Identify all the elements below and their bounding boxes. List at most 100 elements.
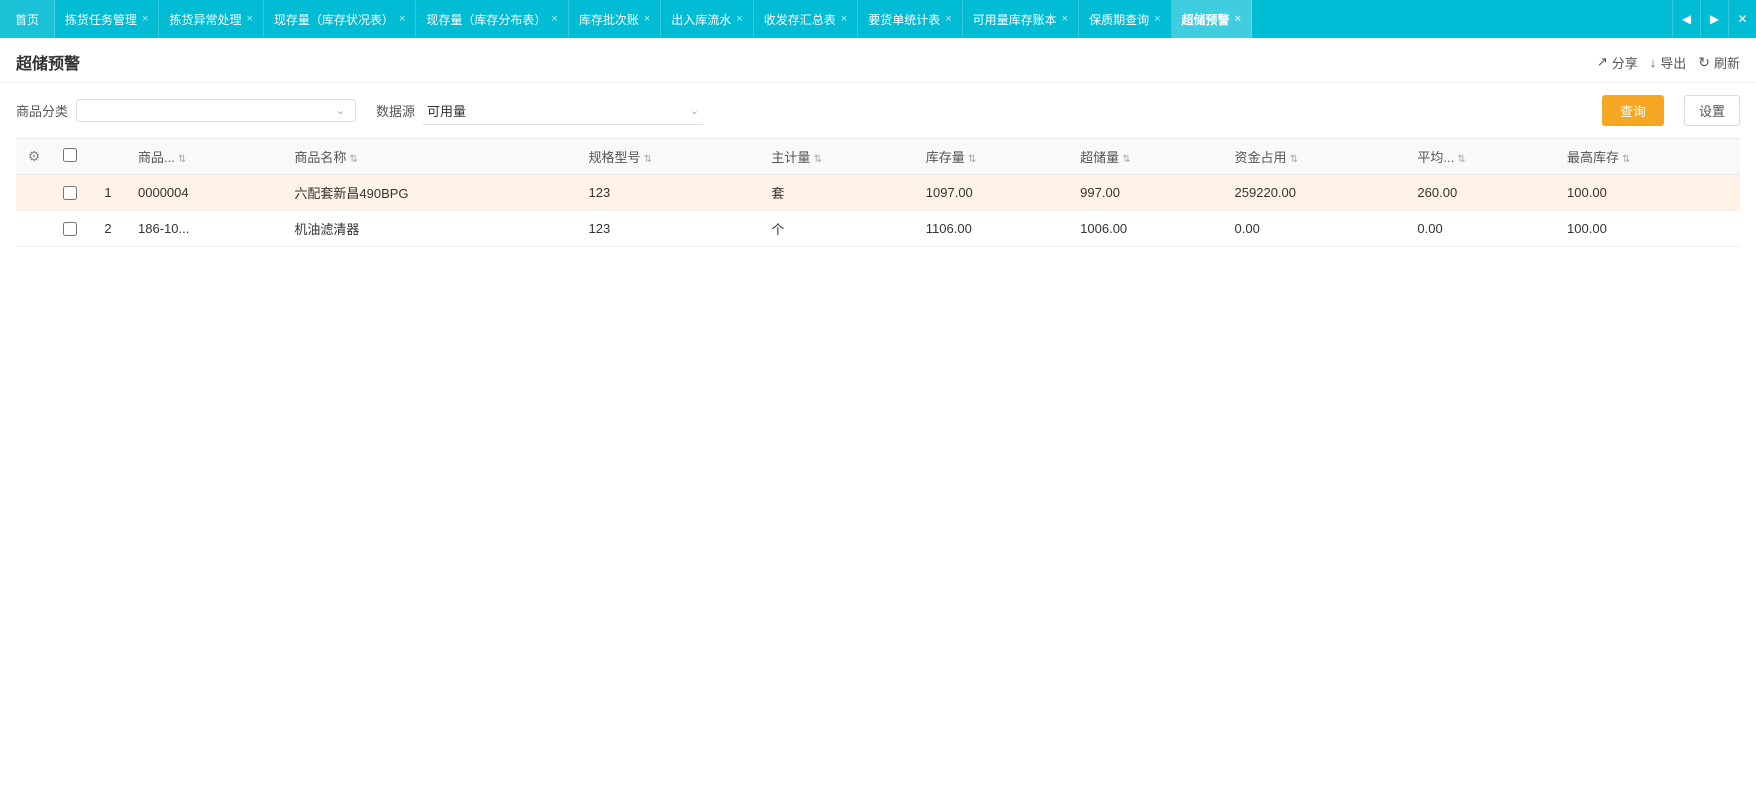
col-capital-header[interactable]: 资金占用⇅ — [1225, 139, 1408, 175]
table-container: ⚙ 商品...⇅ 商品名称⇅ 规格型号⇅ 主计量⇅ 库存量⇅ 超储量⇅ 资金占用… — [0, 138, 1756, 247]
col-checkbox-header — [52, 139, 88, 175]
data-table: ⚙ 商品...⇅ 商品名称⇅ 规格型号⇅ 主计量⇅ 库存量⇅ 超储量⇅ 资金占用… — [16, 138, 1740, 247]
settings-button[interactable]: 设置 — [1684, 95, 1740, 126]
row-max-stock: 100.00 — [1557, 211, 1740, 247]
row-max-stock: 100.00 — [1557, 175, 1740, 211]
sort-icon-name: ⇅ — [349, 154, 357, 165]
nav-tab-order-stat[interactable]: 要货单统计表 × — [858, 0, 962, 38]
tab-close-inout-flow[interactable]: × — [736, 13, 742, 25]
row-avg: 260.00 — [1407, 175, 1557, 211]
header-actions: ↗ 分享 ↓ 导出 ↻ 刷新 — [1597, 53, 1740, 72]
filter-area: 商品分类 ⌄ 数据源 可用量 ⌄ 查询 设置 — [0, 83, 1756, 138]
row-stock: 1106.00 — [916, 211, 1070, 247]
col-avg-header[interactable]: 平均...⇅ — [1407, 139, 1557, 175]
share-icon: ↗ — [1597, 54, 1608, 70]
row-overstock: 997.00 — [1070, 175, 1224, 211]
col-product-name-header[interactable]: 商品名称⇅ — [284, 139, 578, 175]
col-product-code-header[interactable]: 商品...⇅ — [128, 139, 284, 175]
row-checkbox[interactable] — [63, 186, 77, 200]
tab-close-quality-query[interactable]: × — [1154, 13, 1160, 25]
table-row: 2 186-10... 机油滤清器 123 个 1106.00 1006.00 … — [16, 211, 1740, 247]
col-spec-header[interactable]: 规格型号⇅ — [579, 139, 762, 175]
col-settings-header: ⚙ — [16, 139, 52, 175]
table-row: 1 0000004 六配套新昌490BPG 123 套 1097.00 997.… — [16, 175, 1740, 211]
sort-icon-unit: ⇅ — [813, 154, 821, 165]
refresh-label: 刷新 — [1714, 53, 1740, 72]
row-avg: 0.00 — [1407, 211, 1557, 247]
row-unit: 套 — [761, 175, 915, 211]
nav-right-arrow[interactable]: ▶ — [1700, 0, 1728, 38]
tab-close-pick-exception[interactable]: × — [246, 13, 252, 25]
row-settings-cell — [16, 211, 52, 247]
sort-icon-stock: ⇅ — [968, 154, 976, 165]
page-title: 超储预警 — [16, 50, 80, 74]
row-index-cell: 2 — [88, 211, 128, 247]
tab-close-recv-summary[interactable]: × — [841, 13, 847, 25]
share-button[interactable]: ↗ 分享 — [1597, 53, 1638, 72]
chevron-down-icon-2: ⌄ — [690, 104, 699, 117]
export-icon: ↓ — [1650, 55, 1657, 70]
nav-tab-stock-status[interactable]: 现存量（库存状况表） × — [264, 0, 416, 38]
datasource-filter-group: 数据源 可用量 ⌄ — [376, 97, 703, 125]
row-product-name: 六配套新昌490BPG — [284, 175, 578, 211]
row-unit: 个 — [761, 211, 915, 247]
nav-tab-pick-task[interactable]: 拣货任务管理 × — [55, 0, 159, 38]
row-overstock: 1006.00 — [1070, 211, 1224, 247]
share-label: 分享 — [1612, 53, 1638, 72]
nav-tab-available-ledger[interactable]: 可用量库存账本 × — [963, 0, 1079, 38]
chevron-down-icon: ⌄ — [336, 104, 345, 117]
datasource-label: 数据源 — [376, 101, 415, 120]
table-header-row: ⚙ 商品...⇅ 商品名称⇅ 规格型号⇅ 主计量⇅ 库存量⇅ 超储量⇅ 资金占用… — [16, 139, 1740, 175]
row-capital: 0.00 — [1225, 211, 1408, 247]
sort-icon-maxstock: ⇅ — [1622, 154, 1630, 165]
category-label: 商品分类 — [16, 101, 68, 120]
row-stock: 1097.00 — [916, 175, 1070, 211]
nav-left-arrow[interactable]: ◀ — [1672, 0, 1700, 38]
sort-icon-avg: ⇅ — [1457, 154, 1465, 165]
tab-close-stock-dist[interactable]: × — [551, 13, 557, 25]
col-maxstock-header[interactable]: 最高库存⇅ — [1557, 139, 1740, 175]
col-overstock-header[interactable]: 超储量⇅ — [1070, 139, 1224, 175]
nav-tab-inout-flow[interactable]: 出入库流水 × — [661, 0, 753, 38]
row-product-name: 机油滤清器 — [284, 211, 578, 247]
category-select[interactable]: ⌄ — [76, 99, 356, 122]
row-checkbox[interactable] — [63, 222, 77, 236]
nav-tab-quality-query[interactable]: 保质期查询 × — [1079, 0, 1171, 38]
export-label: 导出 — [1660, 53, 1686, 72]
nav-tab-home[interactable]: 首页 — [0, 0, 55, 38]
col-index-header — [88, 139, 128, 175]
nav-tab-stock-dist[interactable]: 现存量（库存分布表） × — [416, 0, 568, 38]
tab-close-overstock-alert[interactable]: × — [1235, 13, 1241, 25]
sort-icon-code: ⇅ — [178, 154, 186, 165]
tab-close-batch-account[interactable]: × — [644, 13, 650, 25]
nav-close-arrow[interactable]: ✕ — [1728, 0, 1756, 38]
nav-tab-overstock-alert[interactable]: 超储预警 × — [1172, 0, 1252, 38]
page-content: 超储预警 ↗ 分享 ↓ 导出 ↻ 刷新 商品分类 ⌄ 数据源 — [0, 38, 1756, 800]
tab-close-order-stat[interactable]: × — [945, 13, 951, 25]
row-checkbox-cell — [52, 211, 88, 247]
tab-close-stock-status[interactable]: × — [399, 13, 405, 25]
top-navigation: 首页拣货任务管理 ×拣货异常处理 ×现存量（库存状况表） ×现存量（库存分布表）… — [0, 0, 1756, 38]
refresh-button[interactable]: ↻ 刷新 — [1698, 53, 1740, 72]
datasource-select[interactable]: 可用量 ⌄ — [423, 97, 703, 125]
category-filter-group: 商品分类 ⌄ — [16, 99, 356, 122]
page-header: 超储预警 ↗ 分享 ↓ 导出 ↻ 刷新 — [0, 38, 1756, 83]
export-button[interactable]: ↓ 导出 — [1650, 53, 1687, 72]
row-capital: 259220.00 — [1225, 175, 1408, 211]
gear-icon[interactable]: ⚙ — [28, 148, 41, 164]
tab-close-available-ledger[interactable]: × — [1062, 13, 1068, 25]
select-all-checkbox[interactable] — [63, 148, 77, 162]
row-index-cell: 1 — [88, 175, 128, 211]
refresh-icon: ↻ — [1698, 54, 1710, 71]
col-stock-header[interactable]: 库存量⇅ — [916, 139, 1070, 175]
query-button[interactable]: 查询 — [1602, 95, 1664, 126]
row-checkbox-cell — [52, 175, 88, 211]
nav-tab-recv-summary[interactable]: 收发存汇总表 × — [754, 0, 858, 38]
tab-close-pick-task[interactable]: × — [142, 13, 148, 25]
nav-tab-batch-account[interactable]: 库存批次账 × — [569, 0, 661, 38]
col-unit-header[interactable]: 主计量⇅ — [761, 139, 915, 175]
nav-arrows: ◀ ▶ ✕ — [1672, 0, 1756, 38]
row-product-code: 186-10... — [128, 211, 284, 247]
nav-tab-pick-exception[interactable]: 拣货异常处理 × — [159, 0, 263, 38]
sort-icon-overstock: ⇅ — [1122, 154, 1130, 165]
